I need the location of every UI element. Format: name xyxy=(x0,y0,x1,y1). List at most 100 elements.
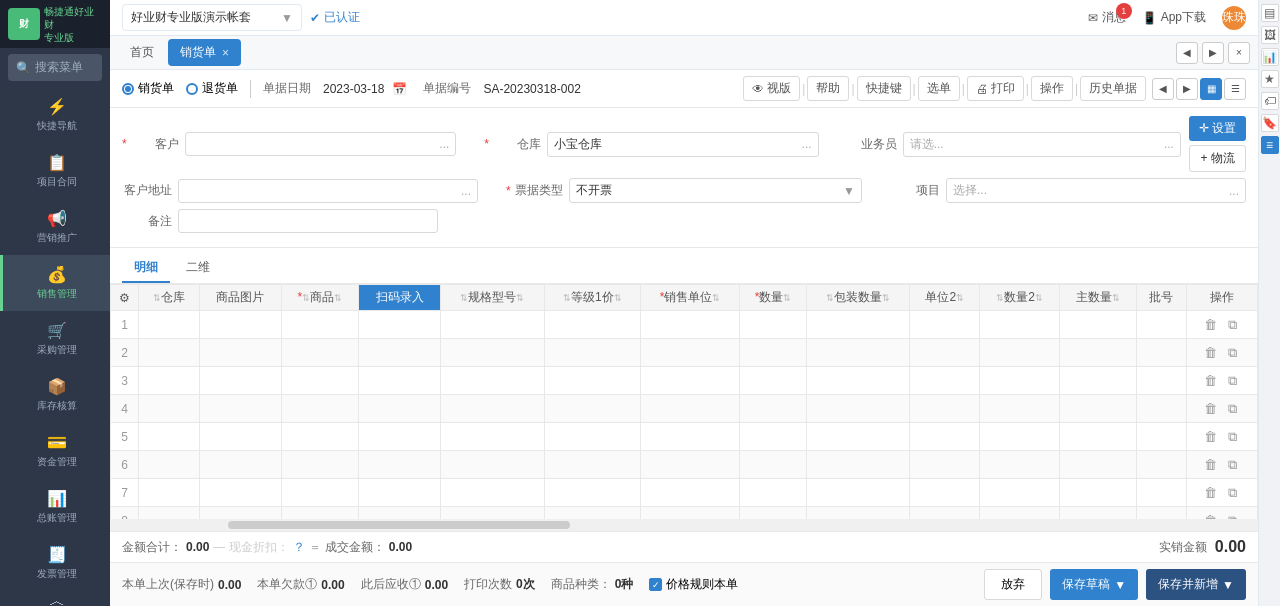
save-new-dropdown-icon[interactable]: ▼ xyxy=(1222,578,1234,592)
col-scan-header[interactable]: 扫码录入 xyxy=(359,285,441,311)
row-cell-7[interactable] xyxy=(641,507,740,520)
row-cell-4[interactable] xyxy=(359,451,441,479)
sidebar-item-quicknav[interactable]: ⚡ 快捷导航 xyxy=(0,87,110,143)
save-new-button[interactable]: 保存并新增 ▼ xyxy=(1146,569,1246,600)
row-delete-btn[interactable]: 🗑 xyxy=(1202,400,1220,418)
sidebar-item-finance[interactable]: 💳 资金管理 xyxy=(0,423,110,479)
warehouse-dots[interactable]: ... xyxy=(802,137,812,151)
row-cell-11[interactable] xyxy=(979,423,1059,451)
row-cell-5[interactable] xyxy=(441,339,545,367)
row-cell-2[interactable] xyxy=(199,451,281,479)
row-cell-12[interactable] xyxy=(1060,339,1137,367)
row-cell-13[interactable] xyxy=(1136,339,1186,367)
row-cell-8[interactable] xyxy=(740,451,807,479)
row-cell-5[interactable] xyxy=(441,395,545,423)
row-cell-6[interactable] xyxy=(544,339,640,367)
salesperson-dots[interactable]: ... xyxy=(1164,137,1174,151)
row-cell-1[interactable] xyxy=(139,507,200,520)
row-cell-3[interactable] xyxy=(281,423,359,451)
row-actions-cell[interactable]: 🗑 ⧉ xyxy=(1186,311,1257,339)
rt-btn-active[interactable]: ≡ xyxy=(1261,136,1279,154)
sidebar-item-tax[interactable]: 🏛 税务管理 xyxy=(0,591,110,606)
history-button[interactable]: 历史单据 xyxy=(1080,76,1146,101)
row-cell-4[interactable] xyxy=(359,339,441,367)
row-cell-4[interactable] xyxy=(359,311,441,339)
row-cell-7[interactable] xyxy=(641,479,740,507)
row-cell-7[interactable] xyxy=(641,451,740,479)
project-dots[interactable]: ... xyxy=(1229,184,1239,198)
row-cell-3[interactable] xyxy=(281,507,359,520)
radio-sales-order[interactable]: 销货单 xyxy=(122,80,174,97)
app-download-button[interactable]: 📱 App下载 xyxy=(1142,9,1206,26)
row-cell-12[interactable] xyxy=(1060,311,1137,339)
row-delete-btn[interactable]: 🗑 xyxy=(1202,456,1220,474)
row-cell-10[interactable] xyxy=(910,311,980,339)
row-cell-1[interactable] xyxy=(139,479,200,507)
row-cell-3[interactable] xyxy=(281,339,359,367)
sidebar-item-purchase[interactable]: 🛒 采购管理 xyxy=(0,311,110,367)
row-cell-11[interactable] xyxy=(979,339,1059,367)
row-delete-btn[interactable]: 🗑 xyxy=(1202,428,1220,446)
row-copy-btn[interactable]: ⧉ xyxy=(1224,456,1242,474)
tab-prev-button[interactable]: ◀ xyxy=(1176,42,1198,64)
row-cell-6[interactable] xyxy=(544,395,640,423)
row-cell-10[interactable] xyxy=(910,339,980,367)
row-cell-12[interactable] xyxy=(1060,395,1137,423)
row-cell-13[interactable] xyxy=(1136,311,1186,339)
row-cell-2[interactable] xyxy=(199,367,281,395)
row-actions-cell[interactable]: 🗑 ⧉ xyxy=(1186,339,1257,367)
row-actions-cell[interactable]: 🗑 ⧉ xyxy=(1186,367,1257,395)
row-actions-cell[interactable]: 🗑 ⧉ xyxy=(1186,395,1257,423)
tab-close-button[interactable]: × xyxy=(1228,42,1250,64)
row-cell-10[interactable] xyxy=(910,367,980,395)
row-cell-13[interactable] xyxy=(1136,479,1186,507)
row-cell-8[interactable] xyxy=(740,395,807,423)
tab-close-icon[interactable]: × xyxy=(222,46,229,60)
row-cell-4[interactable] xyxy=(359,479,441,507)
row-cell-9[interactable] xyxy=(806,339,910,367)
table-row[interactable]: 7 🗑 ⧉ xyxy=(111,479,1258,507)
row-cell-10[interactable] xyxy=(910,423,980,451)
company-selector[interactable]: 好业财专业版演示帐套 ▼ xyxy=(122,4,302,31)
row-cell-3[interactable] xyxy=(281,311,359,339)
sidebar-item-sales[interactable]: 💰 销售管理 xyxy=(0,255,110,311)
scroll-thumb[interactable] xyxy=(228,521,570,529)
row-cell-5[interactable] xyxy=(441,423,545,451)
row-cell-13[interactable] xyxy=(1136,451,1186,479)
table-row[interactable]: 5 🗑 ⧉ xyxy=(111,423,1258,451)
tab-home[interactable]: 首页 xyxy=(118,38,166,67)
row-cell-7[interactable] xyxy=(641,339,740,367)
row-copy-btn[interactable]: ⧉ xyxy=(1224,428,1242,446)
horizontal-scrollbar[interactable] xyxy=(110,519,1258,531)
tab-detail[interactable]: 明细 xyxy=(122,254,170,283)
row-cell-10[interactable] xyxy=(910,479,980,507)
ops-button[interactable]: 操作 xyxy=(1031,76,1073,101)
row-cell-10[interactable] xyxy=(910,507,980,520)
row-delete-btn[interactable]: 🗑 xyxy=(1202,484,1220,502)
row-cell-6[interactable] xyxy=(544,311,640,339)
row-cell-5[interactable] xyxy=(441,311,545,339)
row-cell-13[interactable] xyxy=(1136,507,1186,520)
row-cell-1[interactable] xyxy=(139,395,200,423)
row-cell-1[interactable] xyxy=(139,451,200,479)
row-cell-2[interactable] xyxy=(199,311,281,339)
row-delete-btn[interactable]: 🗑 xyxy=(1202,512,1220,520)
row-cell-11[interactable] xyxy=(979,367,1059,395)
address-input[interactable]: ... xyxy=(178,179,478,203)
row-cell-2[interactable] xyxy=(199,507,281,520)
row-delete-btn[interactable]: 🗑 xyxy=(1202,344,1220,362)
table-row[interactable]: 1 🗑 ⧉ xyxy=(111,311,1258,339)
row-cell-10[interactable] xyxy=(910,395,980,423)
row-delete-btn[interactable]: 🗑 xyxy=(1202,316,1220,334)
settings-button[interactable]: ✛ 设置 xyxy=(1189,116,1246,141)
help-button[interactable]: 帮助 xyxy=(807,76,849,101)
row-cell-5[interactable] xyxy=(441,451,545,479)
view-button[interactable]: 👁视版 xyxy=(743,76,800,101)
row-cell-12[interactable] xyxy=(1060,423,1137,451)
row-cell-12[interactable] xyxy=(1060,507,1137,520)
row-cell-2[interactable] xyxy=(199,423,281,451)
row-cell-11[interactable] xyxy=(979,395,1059,423)
customer-input[interactable]: ... xyxy=(185,132,457,156)
row-copy-btn[interactable]: ⧉ xyxy=(1224,344,1242,362)
shortcut-button[interactable]: 快捷键 xyxy=(857,76,911,101)
